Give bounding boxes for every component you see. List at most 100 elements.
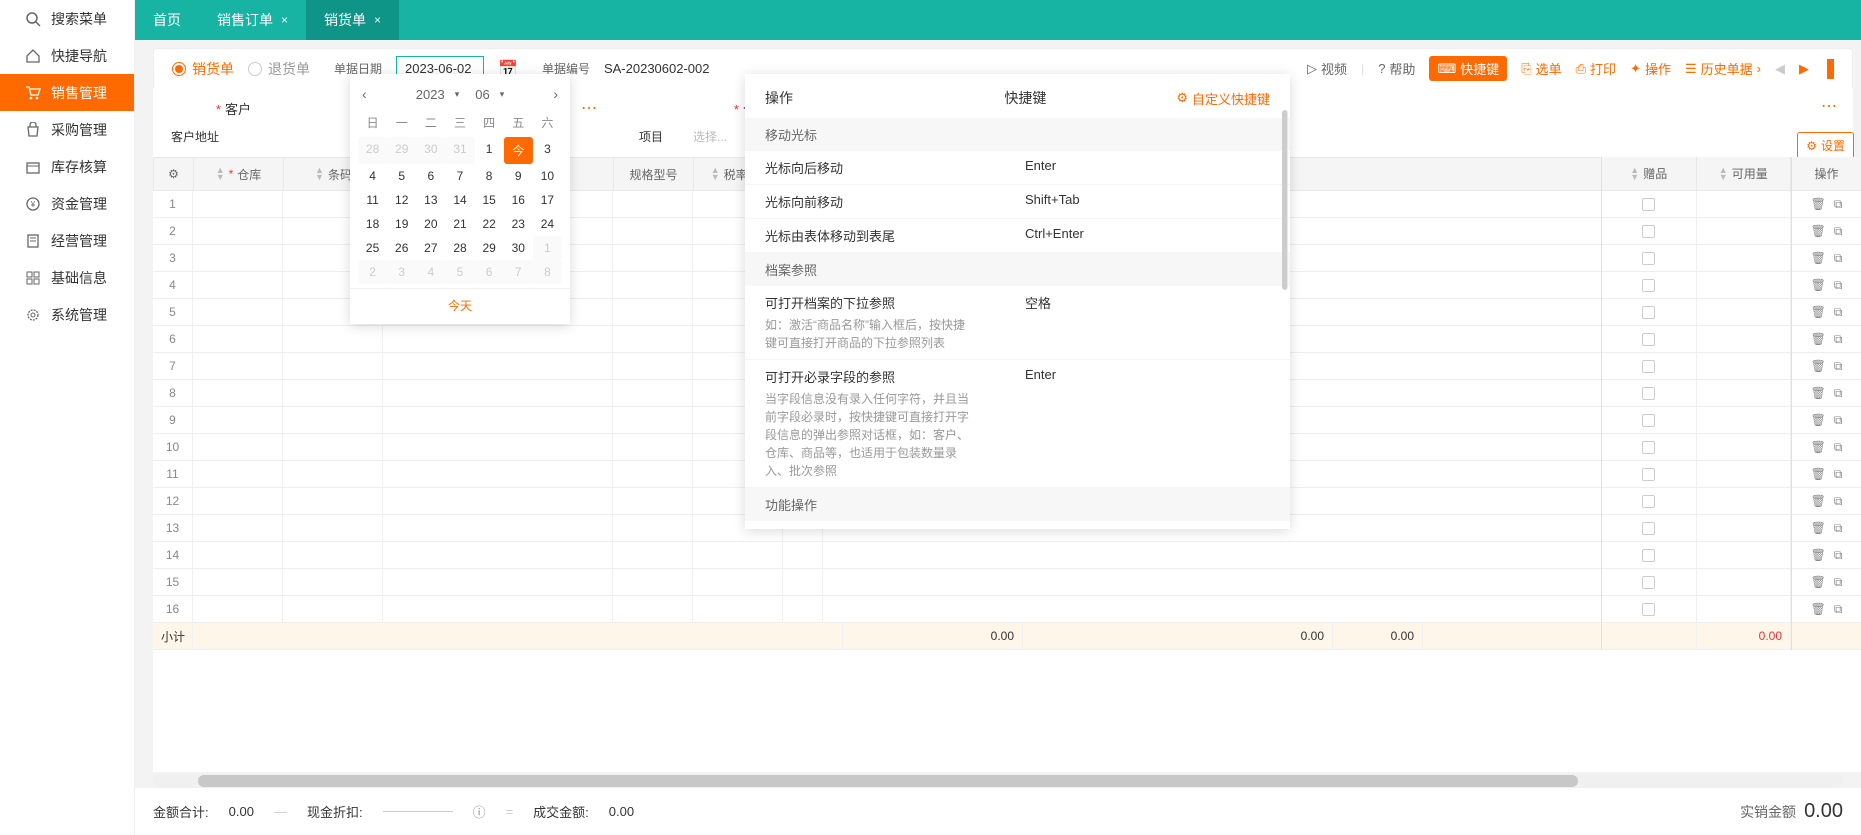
cal-next[interactable]: › (553, 86, 558, 102)
gift-cell[interactable] (1602, 218, 1697, 245)
cell[interactable] (283, 515, 383, 541)
checkbox[interactable] (1642, 198, 1655, 211)
copy-icon[interactable]: ⧉ (1834, 332, 1843, 347)
cal-day[interactable]: 5 (387, 164, 416, 188)
cell[interactable] (783, 569, 823, 595)
copy-icon[interactable]: ⧉ (1834, 197, 1843, 212)
history-link[interactable]: ☰历史单据› (1685, 59, 1761, 78)
delete-icon[interactable]: 🗑 (1811, 575, 1826, 589)
cell[interactable] (383, 569, 613, 595)
gift-cell[interactable] (1602, 542, 1697, 569)
cell[interactable] (383, 353, 613, 379)
cal-day[interactable]: 17 (533, 188, 562, 212)
delete-icon[interactable]: 🗑 (1811, 467, 1826, 481)
scroll-thumb[interactable] (198, 775, 1578, 787)
cal-day[interactable]: 25 (358, 236, 387, 260)
cell[interactable] (193, 272, 283, 298)
tab-salesorder[interactable]: 销售订单× (199, 0, 306, 40)
gift-cell[interactable] (1602, 434, 1697, 461)
copy-icon[interactable]: ⧉ (1834, 305, 1843, 320)
copy-icon[interactable]: ⧉ (1834, 467, 1843, 482)
cell[interactable] (613, 326, 693, 352)
project-select[interactable]: 选择... (693, 128, 727, 145)
cal-day[interactable]: 11 (358, 188, 387, 212)
cal-day[interactable]: 24 (533, 212, 562, 236)
delete-icon[interactable]: 🗑 (1811, 224, 1826, 238)
sidebar-item-system[interactable]: 系统管理 (0, 296, 134, 333)
copy-icon[interactable]: ⧉ (1834, 602, 1843, 617)
checkbox[interactable] (1642, 549, 1655, 562)
delete-icon[interactable]: 🗑 (1811, 278, 1826, 292)
cell[interactable] (383, 488, 613, 514)
cell[interactable] (383, 542, 613, 568)
cal-day[interactable]: 18 (358, 212, 387, 236)
cell[interactable] (283, 407, 383, 433)
more-toggle[interactable]: ⋯ (1821, 96, 1839, 116)
gift-cell[interactable] (1602, 191, 1697, 218)
cal-year[interactable]: 2023▾ (412, 87, 463, 102)
sidebar-item-search[interactable]: 搜索菜单 (0, 0, 134, 37)
cal-day[interactable]: 21 (445, 212, 474, 236)
checkbox[interactable] (1642, 279, 1655, 292)
avail-cell[interactable] (1697, 245, 1792, 272)
th-avail[interactable]: ▲▼可用量 (1697, 157, 1792, 191)
cell[interactable] (613, 434, 693, 460)
cell[interactable] (193, 569, 283, 595)
customize-shortcuts[interactable]: ⚙自定义快捷键 (1176, 89, 1270, 108)
cal-day[interactable]: 27 (416, 236, 445, 260)
avail-cell[interactable] (1697, 461, 1792, 488)
delete-icon[interactable]: 🗑 (1811, 359, 1826, 373)
cal-day[interactable]: 3 (533, 137, 562, 164)
checkbox[interactable] (1642, 468, 1655, 481)
cal-today-button[interactable]: 今天 (350, 288, 570, 316)
cal-day-next[interactable]: 6 (475, 260, 504, 284)
cell[interactable] (613, 380, 693, 406)
cal-day-next[interactable]: 2 (358, 260, 387, 284)
avail-cell[interactable] (1697, 488, 1792, 515)
video-link[interactable]: ▷视频 (1307, 59, 1347, 78)
gift-cell[interactable] (1602, 461, 1697, 488)
sidebar-item-purchase[interactable]: 采购管理 (0, 111, 134, 148)
cell[interactable] (613, 191, 693, 217)
avail-cell[interactable] (1697, 272, 1792, 299)
sidebar-item-business[interactable]: 经营管理 (0, 222, 134, 259)
sidebar-item-basic[interactable]: 基础信息 (0, 259, 134, 296)
prev-doc[interactable]: ◀ (1775, 61, 1785, 77)
gift-cell[interactable] (1602, 596, 1697, 623)
checkbox[interactable] (1642, 414, 1655, 427)
cell[interactable] (283, 542, 383, 568)
print-link[interactable]: ⎙打印 (1576, 59, 1616, 78)
cal-day[interactable]: 4 (358, 164, 387, 188)
delete-icon[interactable]: 🗑 (1811, 440, 1826, 454)
cell[interactable] (383, 515, 613, 541)
cal-day[interactable]: 23 (504, 212, 533, 236)
cell[interactable] (613, 218, 693, 244)
cell[interactable] (693, 542, 783, 568)
cell[interactable] (283, 569, 383, 595)
cal-day[interactable]: 12 (387, 188, 416, 212)
cal-day[interactable]: 22 (475, 212, 504, 236)
avail-cell[interactable] (1697, 218, 1792, 245)
cell[interactable] (783, 596, 823, 622)
cal-day-next[interactable]: 7 (504, 260, 533, 284)
delete-icon[interactable]: 🗑 (1811, 602, 1826, 616)
avail-cell[interactable] (1697, 542, 1792, 569)
gift-cell[interactable] (1602, 569, 1697, 596)
th-warehouse[interactable]: ▲▼*仓库 (194, 158, 284, 190)
cal-day[interactable]: 30 (504, 236, 533, 260)
cal-day[interactable]: 9 (504, 164, 533, 188)
cal-day-next[interactable]: 4 (416, 260, 445, 284)
gift-cell[interactable] (1602, 488, 1697, 515)
sidebar-item-finance[interactable]: ¥资金管理 (0, 185, 134, 222)
cal-day-next[interactable]: 5 (445, 260, 474, 284)
cal-day[interactable]: 26 (387, 236, 416, 260)
cell[interactable] (383, 326, 613, 352)
checkbox[interactable] (1642, 522, 1655, 535)
cell[interactable] (693, 596, 783, 622)
cell[interactable] (283, 461, 383, 487)
checkbox[interactable] (1642, 225, 1655, 238)
cell[interactable] (193, 434, 283, 460)
avail-cell[interactable] (1697, 407, 1792, 434)
checkbox[interactable] (1642, 333, 1655, 346)
cal-day[interactable]: 13 (416, 188, 445, 212)
